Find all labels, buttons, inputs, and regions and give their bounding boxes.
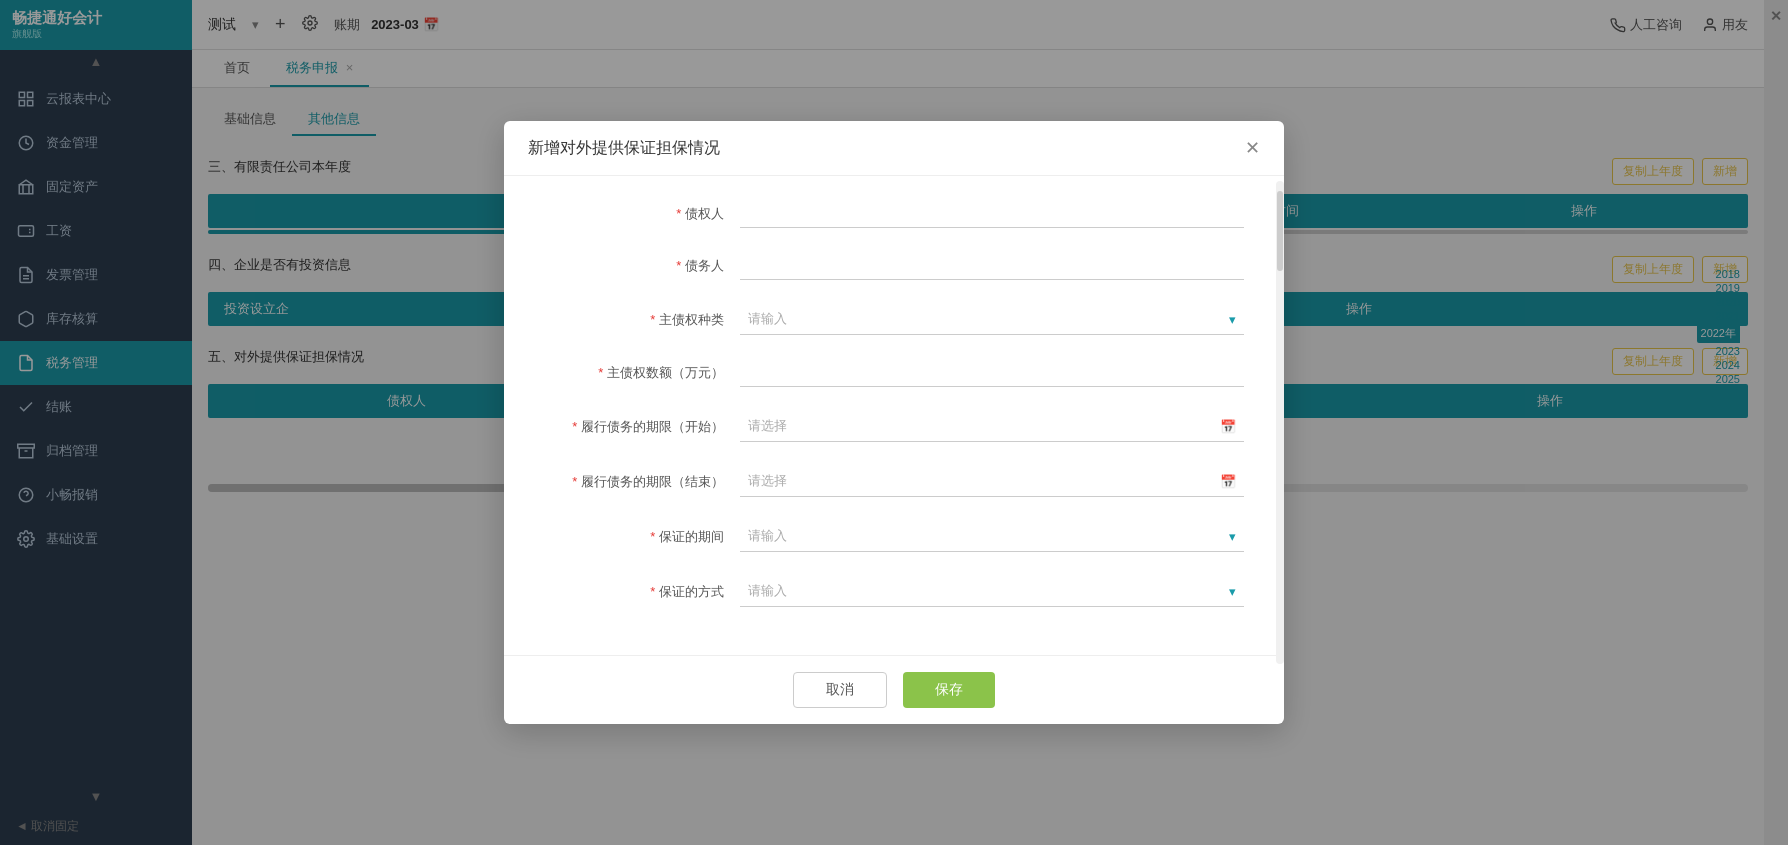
guarantee-method-placeholder: 请输入 bbox=[748, 582, 787, 600]
form-row-creditor: * 债权人 bbox=[544, 200, 1244, 228]
guarantee-method-chevron-icon: ▾ bbox=[1229, 584, 1236, 599]
modal-title: 新增对外提供保证担保情况 bbox=[528, 138, 720, 159]
form-row-claim-type: * 主债权种类 请输入 ▾ bbox=[544, 304, 1244, 335]
form-row-guarantee-method: * 保证的方式 请输入 ▾ bbox=[544, 576, 1244, 607]
required-mark: * bbox=[676, 206, 681, 221]
required-mark: * bbox=[598, 365, 603, 380]
period-start-calendar-icon: 📅 bbox=[1220, 419, 1236, 434]
cancel-button[interactable]: 取消 bbox=[793, 672, 887, 708]
debtor-input[interactable] bbox=[740, 252, 1244, 280]
claim-type-label: * 主债权种类 bbox=[544, 311, 724, 329]
period-end-picker[interactable]: 请选择 📅 bbox=[740, 466, 1244, 497]
required-mark: * bbox=[676, 258, 681, 273]
required-mark: * bbox=[572, 419, 577, 434]
claim-type-placeholder: 请输入 bbox=[748, 310, 787, 328]
modal-footer: 取消 保存 bbox=[504, 655, 1284, 724]
guarantee-period-placeholder: 请输入 bbox=[748, 527, 787, 545]
claim-amount-input[interactable] bbox=[740, 359, 1244, 387]
form-row-period-end: * 履行债务的期限（结束） 请选择 📅 bbox=[544, 466, 1244, 497]
period-start-picker[interactable]: 请选择 📅 bbox=[740, 411, 1244, 442]
form-row-period-start: * 履行债务的期限（开始） 请选择 📅 bbox=[544, 411, 1244, 442]
modal-overlay: 新增对外提供保证担保情况 ✕ * 债权人 * 债务人 bbox=[0, 0, 1788, 845]
form-row-guarantee-period: * 保证的期间 请输入 ▾ bbox=[544, 521, 1244, 552]
modal-header: 新增对外提供保证担保情况 ✕ bbox=[504, 121, 1284, 176]
guarantee-period-select[interactable]: 请输入 ▾ bbox=[740, 521, 1244, 552]
required-mark: * bbox=[650, 584, 655, 599]
modal-close-button[interactable]: ✕ bbox=[1245, 137, 1260, 159]
guarantee-period-label: * 保证的期间 bbox=[544, 528, 724, 546]
form-row-debtor: * 债务人 bbox=[544, 252, 1244, 280]
claim-amount-label: * 主债权数额（万元） bbox=[544, 364, 724, 382]
period-start-placeholder: 请选择 bbox=[748, 417, 787, 435]
creditor-label: * 债权人 bbox=[544, 205, 724, 223]
modal-dialog: 新增对外提供保证担保情况 ✕ * 债权人 * 债务人 bbox=[504, 121, 1284, 724]
period-start-label: * 履行债务的期限（开始） bbox=[544, 418, 724, 436]
claim-type-chevron-icon: ▾ bbox=[1229, 312, 1236, 327]
guarantee-period-chevron-icon: ▾ bbox=[1229, 529, 1236, 544]
required-mark: * bbox=[650, 529, 655, 544]
modal-scrollbar[interactable] bbox=[1276, 181, 1284, 664]
period-end-calendar-icon: 📅 bbox=[1220, 474, 1236, 489]
debtor-label: * 债务人 bbox=[544, 257, 724, 275]
period-end-label: * 履行债务的期限（结束） bbox=[544, 473, 724, 491]
period-end-placeholder: 请选择 bbox=[748, 472, 787, 490]
modal-scrollbar-thumb bbox=[1277, 191, 1283, 271]
creditor-input[interactable] bbox=[740, 200, 1244, 228]
required-mark: * bbox=[650, 312, 655, 327]
modal-body: * 债权人 * 债务人 * 主债权种类 请输入 bbox=[504, 176, 1284, 655]
save-button[interactable]: 保存 bbox=[903, 672, 995, 708]
required-mark: * bbox=[572, 474, 577, 489]
claim-type-select[interactable]: 请输入 ▾ bbox=[740, 304, 1244, 335]
guarantee-method-select[interactable]: 请输入 ▾ bbox=[740, 576, 1244, 607]
guarantee-method-label: * 保证的方式 bbox=[544, 583, 724, 601]
form-row-claim-amount: * 主债权数额（万元） bbox=[544, 359, 1244, 387]
